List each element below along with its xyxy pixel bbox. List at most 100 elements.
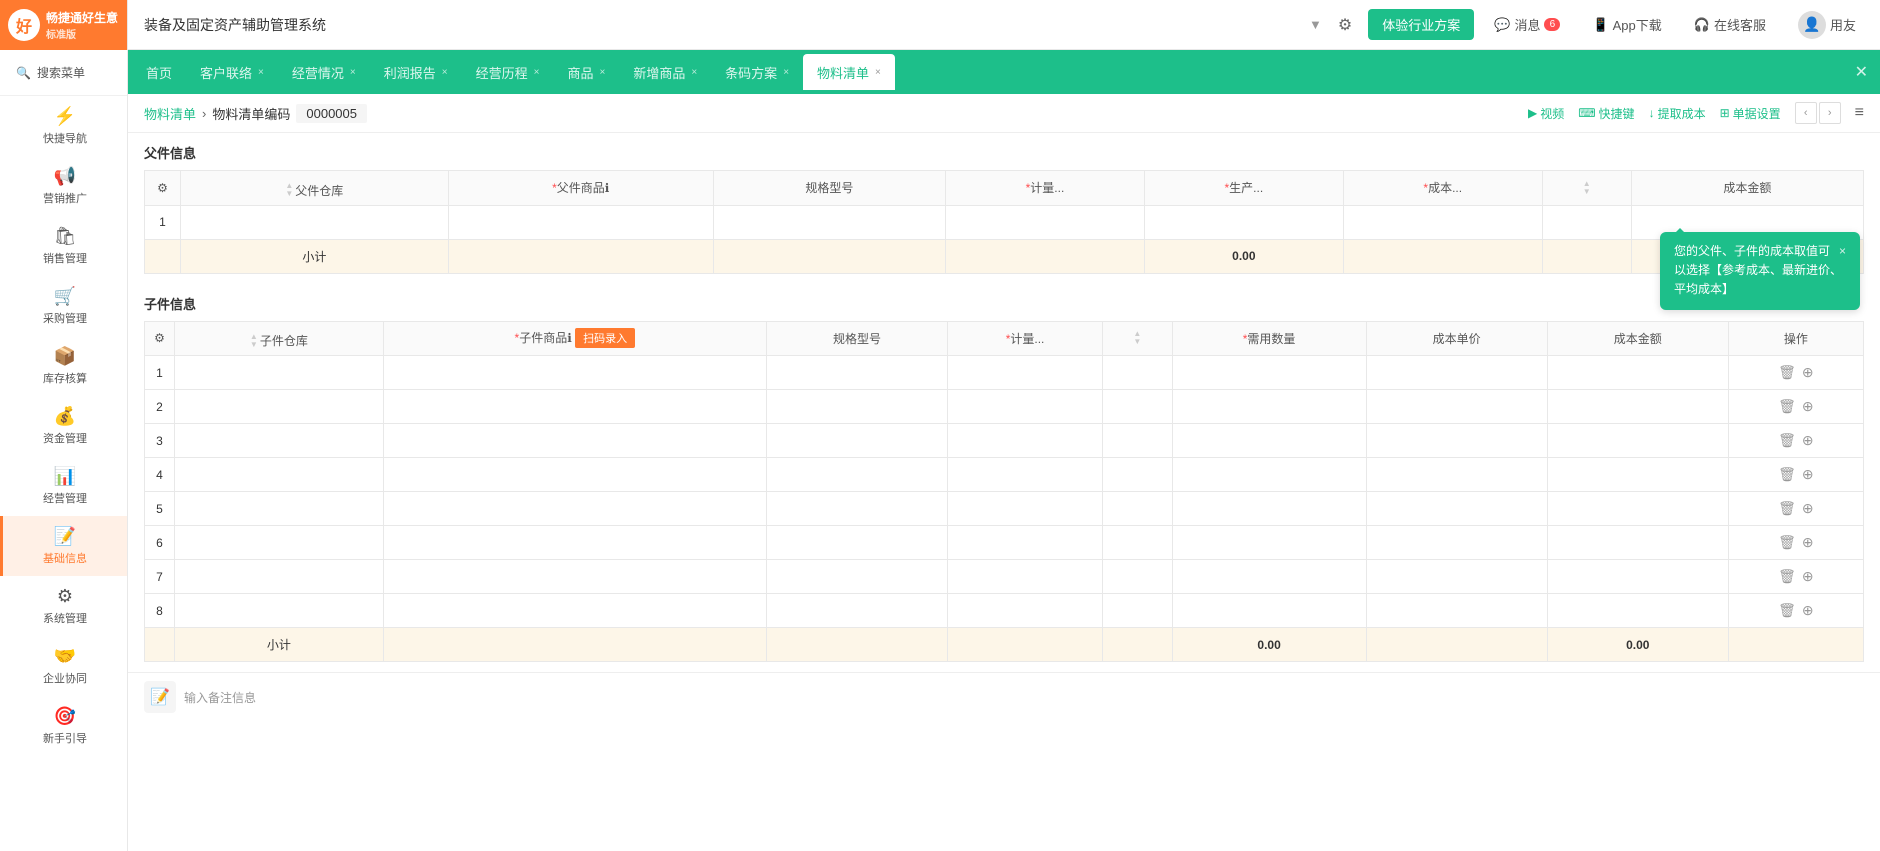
child-row-3-delete-icon[interactable]: 🗑 — [1778, 432, 1796, 449]
child-row-6-delete-icon[interactable]: 🗑 — [1778, 534, 1796, 551]
sidebar-item-enterprise[interactable]: 🤝 企业协同 — [0, 636, 127, 696]
sidebar-item-system[interactable]: ⚙ 系统管理 — [0, 576, 127, 636]
child-row-8-needed[interactable] — [1172, 594, 1366, 628]
breadcrumb-home[interactable]: 物料清单 — [144, 104, 196, 123]
child-row-5-copy-icon[interactable]: ⊕ — [1802, 500, 1814, 517]
scan-btn[interactable]: 扫码录入 — [575, 328, 635, 348]
child-row-7-unit[interactable] — [948, 560, 1103, 594]
child-row-4-copy-icon[interactable]: ⊕ — [1802, 466, 1814, 483]
tab-operations[interactable]: 经营情况 × — [278, 54, 370, 90]
app-download-btn[interactable]: 📱 App下载 — [1584, 11, 1669, 38]
close-all-tabs[interactable]: ✕ — [1847, 58, 1876, 86]
sidebar-item-quick-nav[interactable]: ⚡ 快捷导航 — [0, 96, 127, 156]
child-th-settings[interactable]: ⚙ — [145, 321, 175, 356]
child-row-4-unit[interactable] — [948, 458, 1103, 492]
parent-row-1-cost[interactable] — [1343, 205, 1542, 239]
child-row-5-delete-icon[interactable]: 🗑 — [1778, 500, 1796, 517]
child-row-4-delete-icon[interactable]: 🗑 — [1778, 466, 1796, 483]
child-row-3-needed[interactable] — [1172, 424, 1366, 458]
child-row-1-product[interactable] — [383, 356, 766, 390]
child-row-5-product[interactable] — [383, 492, 766, 526]
child-row-1-delete-icon[interactable]: 🗑 — [1778, 364, 1796, 381]
child-row-1-warehouse[interactable] — [175, 356, 384, 390]
child-row-2-delete-icon[interactable]: 🗑 — [1778, 398, 1796, 415]
sidebar-item-finance[interactable]: 💰 资金管理 — [0, 396, 127, 456]
child-row-2-copy-icon[interactable]: ⊕ — [1802, 398, 1814, 415]
sidebar-item-operations[interactable]: 📊 经营管理 — [0, 456, 127, 516]
child-row-7-needed[interactable] — [1172, 560, 1366, 594]
trial-btn[interactable]: 体验行业方案 — [1368, 9, 1474, 40]
sidebar-item-sales[interactable]: 🛍 销售管理 — [0, 216, 127, 276]
note-hint-text[interactable]: 输入备注信息 — [184, 689, 256, 706]
tab-new-product-close[interactable]: × — [691, 67, 697, 78]
child-row-8-delete-icon[interactable]: 🗑 — [1778, 602, 1796, 619]
tab-barcode-close[interactable]: × — [783, 67, 789, 78]
child-row-5-warehouse[interactable] — [175, 492, 384, 526]
tab-customer[interactable]: 客户联络 × — [186, 54, 278, 90]
child-row-4-product[interactable] — [383, 458, 766, 492]
tab-history[interactable]: 经营历程 × — [462, 54, 554, 90]
grid-view-icon[interactable]: ≡ — [1855, 104, 1864, 122]
parent-row-1-warehouse[interactable] — [181, 205, 449, 239]
child-row-8-product[interactable] — [383, 594, 766, 628]
next-btn[interactable]: › — [1819, 102, 1841, 124]
parent-row-1-unit[interactable] — [946, 205, 1145, 239]
online-service-btn[interactable]: 🎧 在线客服 — [1686, 11, 1774, 38]
child-row-1-unit[interactable] — [948, 356, 1103, 390]
prev-btn[interactable]: ‹ — [1795, 102, 1817, 124]
child-row-2-warehouse[interactable] — [175, 390, 384, 424]
child-row-5-needed[interactable] — [1172, 492, 1366, 526]
video-btn[interactable]: ▶ 视频 — [1528, 105, 1564, 122]
tab-barcode[interactable]: 条码方案 × — [711, 54, 803, 90]
search-menu-btn[interactable]: 🔍 搜索菜单 — [8, 58, 119, 87]
child-row-4-needed[interactable] — [1172, 458, 1366, 492]
child-row-6-unit[interactable] — [948, 526, 1103, 560]
child-row-2-product[interactable] — [383, 390, 766, 424]
shortcut-btn[interactable]: ⌨ 快捷键 — [1578, 105, 1634, 122]
tab-home[interactable]: 首页 — [132, 54, 186, 90]
user-menu-btn[interactable]: 👤 用友 — [1790, 7, 1864, 43]
tab-new-product[interactable]: 新增商品 × — [619, 54, 711, 90]
child-row-7-delete-icon[interactable]: 🗑 — [1778, 568, 1796, 585]
single-settings-btn[interactable]: ⊞ 单据设置 — [1720, 105, 1781, 122]
topbar-dropdown-arrow[interactable]: ▼ — [1309, 17, 1322, 32]
child-row-8-warehouse[interactable] — [175, 594, 384, 628]
sidebar-item-basic-info[interactable]: 📝 基础信息 — [0, 516, 127, 576]
tab-profit[interactable]: 利润报告 × — [370, 54, 462, 90]
child-row-2-unit[interactable] — [948, 390, 1103, 424]
tab-customer-close[interactable]: × — [258, 67, 264, 78]
tab-products-close[interactable]: × — [599, 67, 605, 78]
child-row-8-copy-icon[interactable]: ⊕ — [1802, 602, 1814, 619]
child-row-3-warehouse[interactable] — [175, 424, 384, 458]
child-row-7-product[interactable] — [383, 560, 766, 594]
tab-history-close[interactable]: × — [534, 67, 540, 78]
child-row-3-product[interactable] — [383, 424, 766, 458]
sidebar-item-inventory[interactable]: 📦 库存核算 — [0, 336, 127, 396]
tab-bom[interactable]: 物料清单 × — [803, 54, 895, 90]
child-row-5-unit[interactable] — [948, 492, 1103, 526]
child-row-6-copy-icon[interactable]: ⊕ — [1802, 534, 1814, 551]
child-row-7-copy-icon[interactable]: ⊕ — [1802, 568, 1814, 585]
sidebar-item-guide[interactable]: 🎯 新手引导 — [0, 696, 127, 756]
child-row-6-product[interactable] — [383, 526, 766, 560]
child-row-6-needed[interactable] — [1172, 526, 1366, 560]
tooltip-close-btn[interactable]: × — [1839, 242, 1846, 261]
child-row-6-warehouse[interactable] — [175, 526, 384, 560]
sidebar-search-area[interactable]: 🔍 搜索菜单 — [0, 50, 127, 96]
tab-operations-close[interactable]: × — [350, 67, 356, 78]
tab-profit-close[interactable]: × — [442, 67, 448, 78]
tab-bom-close[interactable]: × — [875, 67, 881, 78]
child-row-7-warehouse[interactable] — [175, 560, 384, 594]
child-row-3-unit[interactable] — [948, 424, 1103, 458]
parent-th-settings[interactable]: ⚙ — [145, 171, 181, 206]
sidebar-item-marketing[interactable]: 📢 营销推广 — [0, 156, 127, 216]
child-row-2-needed[interactable] — [1172, 390, 1366, 424]
parent-row-1-product[interactable] — [448, 205, 713, 239]
child-row-8-unit[interactable] — [948, 594, 1103, 628]
note-icon[interactable]: 📝 — [144, 681, 176, 713]
parent-row-1-production[interactable] — [1144, 205, 1343, 239]
sidebar-item-purchase[interactable]: 🛒 采购管理 — [0, 276, 127, 336]
extract-cost-btn[interactable]: ↓ 提取成本 — [1649, 105, 1706, 122]
child-row-3-copy-icon[interactable]: ⊕ — [1802, 432, 1814, 449]
settings-icon[interactable]: ⚙ — [1334, 11, 1356, 39]
